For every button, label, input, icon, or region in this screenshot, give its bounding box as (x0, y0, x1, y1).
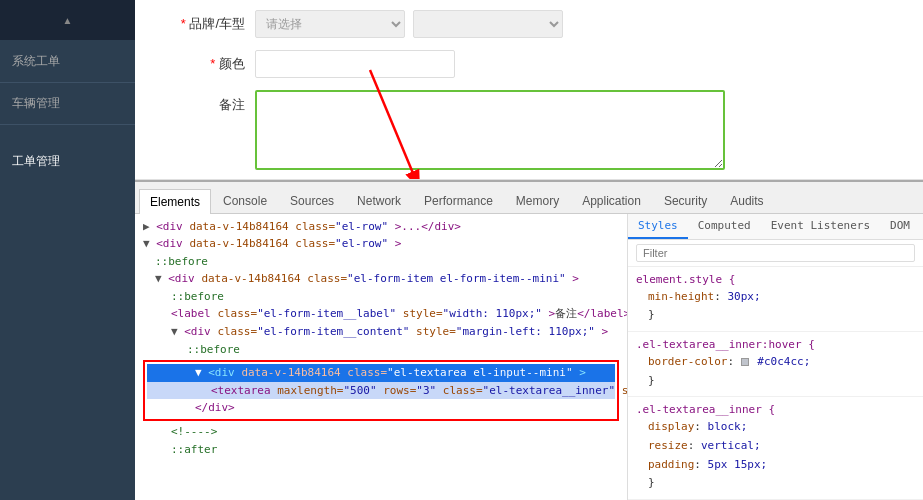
triangle-icon[interactable]: ▼ (195, 366, 202, 379)
sidebar-top: ▲ (0, 0, 135, 40)
brand-label: 品牌/车型 (155, 15, 255, 33)
note-label: 备注 (155, 90, 255, 114)
tab-memory[interactable]: Memory (505, 188, 570, 213)
model-select[interactable] (413, 10, 563, 38)
dom-line: ::before (139, 288, 623, 306)
sidebar-item-empty (0, 129, 135, 145)
devtools-panel: Elements Console Sources Network Perform… (135, 180, 923, 501)
styles-selector: .el-textarea__inner:hover { (636, 338, 915, 351)
main-area: 品牌/车型 请选择 颜色 备注 (135, 0, 923, 500)
dom-line: ▼ <div data-v-14b84164 class="el-row" > (139, 235, 623, 253)
tab-network[interactable]: Network (346, 188, 412, 213)
devtools-tabs: Elements Console Sources Network Perform… (135, 182, 923, 214)
brand-select[interactable]: 请选择 (255, 10, 405, 38)
styles-rule-element: element.style { min-height: 30px; } (628, 267, 923, 332)
color-swatch (741, 358, 749, 366)
devtools-body: ▶ <div data-v-14b84164 class="el-row" >.… (135, 214, 923, 501)
dom-line: <label class="el-form-item__label" style… (139, 305, 623, 323)
tab-elements[interactable]: Elements (139, 189, 211, 214)
styles-selector: element.style { (636, 273, 915, 286)
triangle-icon[interactable]: ▼ (171, 325, 178, 338)
dom-tag: <div (156, 220, 183, 233)
styles-rule-inner: .el-textarea__inner { display: block; re… (628, 397, 923, 500)
color-label: 颜色 (155, 55, 255, 73)
note-row: 备注 (155, 90, 903, 170)
styles-tab-computed[interactable]: Computed (688, 214, 761, 239)
styles-prop: padding: 5px 15px; (636, 456, 915, 475)
dom-highlighted-section: ▼ <div data-v-14b84164 class="el-textare… (143, 360, 619, 421)
styles-filter-input[interactable] (636, 244, 915, 262)
styles-prop: resize: vertical; (636, 437, 915, 456)
dom-line: </div> (147, 399, 615, 417)
dom-textarea-line: <textarea maxlength="500" rows="3" class… (147, 382, 615, 400)
styles-selector: .el-textarea__inner { (636, 403, 915, 416)
sidebar-item-workorder[interactable]: 工单管理 (0, 145, 135, 178)
styles-prop: border-color: #c0c4cc; (636, 353, 915, 372)
color-row: 颜色 (155, 50, 903, 78)
sidebar-divider-2 (0, 124, 135, 125)
note-textarea[interactable] (255, 90, 725, 170)
tab-performance[interactable]: Performance (413, 188, 504, 213)
styles-prop: min-height: 30px; (636, 288, 915, 307)
sidebar-divider (0, 82, 135, 83)
dom-line: ::before (139, 253, 623, 271)
dom-line: ::after (139, 441, 623, 459)
dom-line: ▼ <div data-v-14b84164 class="el-form-it… (139, 270, 623, 288)
styles-tab-styles[interactable]: Styles (628, 214, 688, 239)
brand-row: 品牌/车型 请选择 (155, 10, 903, 38)
color-input[interactable] (255, 50, 455, 78)
dom-panel[interactable]: ▶ <div data-v-14b84164 class="el-row" >.… (135, 214, 628, 501)
sidebar-collapse-icon[interactable]: ▲ (63, 15, 73, 26)
triangle-icon[interactable]: ▼ (143, 237, 150, 250)
tab-application[interactable]: Application (571, 188, 652, 213)
sidebar-item-vehicle[interactable]: 车辆管理 (0, 87, 135, 120)
triangle-icon[interactable]: ▼ (155, 272, 162, 285)
brand-select-group: 请选择 (255, 10, 563, 38)
tab-audits[interactable]: Audits (719, 188, 774, 213)
sidebar-menu: 系统工单 车辆管理 工单管理 (0, 40, 135, 500)
styles-closing: } (636, 306, 915, 325)
sidebar-item-system[interactable]: 系统工单 (0, 45, 135, 78)
tab-security[interactable]: Security (653, 188, 718, 213)
styles-prop: display: block; (636, 418, 915, 437)
dom-line: ▶ <div data-v-14b84164 class="el-row" >.… (139, 218, 623, 236)
tab-sources[interactable]: Sources (279, 188, 345, 213)
styles-tabs: Styles Computed Event Listeners DOM (628, 214, 923, 240)
dom-line: <!----> (139, 423, 623, 441)
styles-closing: } (636, 474, 915, 493)
styles-closing: } (636, 372, 915, 391)
styles-rule-hover: .el-textarea__inner:hover { border-color… (628, 332, 923, 397)
styles-tab-dom[interactable]: DOM (880, 214, 920, 239)
tab-console[interactable]: Console (212, 188, 278, 213)
triangle-icon[interactable]: ▶ (143, 220, 150, 233)
dom-line-highlighted: ▼ <div data-v-14b84164 class="el-textare… (147, 364, 615, 382)
styles-tab-event-listeners[interactable]: Event Listeners (761, 214, 880, 239)
styles-filter (628, 240, 923, 267)
sidebar: ▲ 系统工单 车辆管理 工单管理 (0, 0, 135, 500)
dom-line: ▼ <div class="el-form-item__content" sty… (139, 323, 623, 341)
dom-line: ::before (139, 341, 623, 359)
styles-panel: Styles Computed Event Listeners DOM elem… (628, 214, 923, 501)
form-area: 品牌/车型 请选择 颜色 备注 (135, 0, 923, 180)
